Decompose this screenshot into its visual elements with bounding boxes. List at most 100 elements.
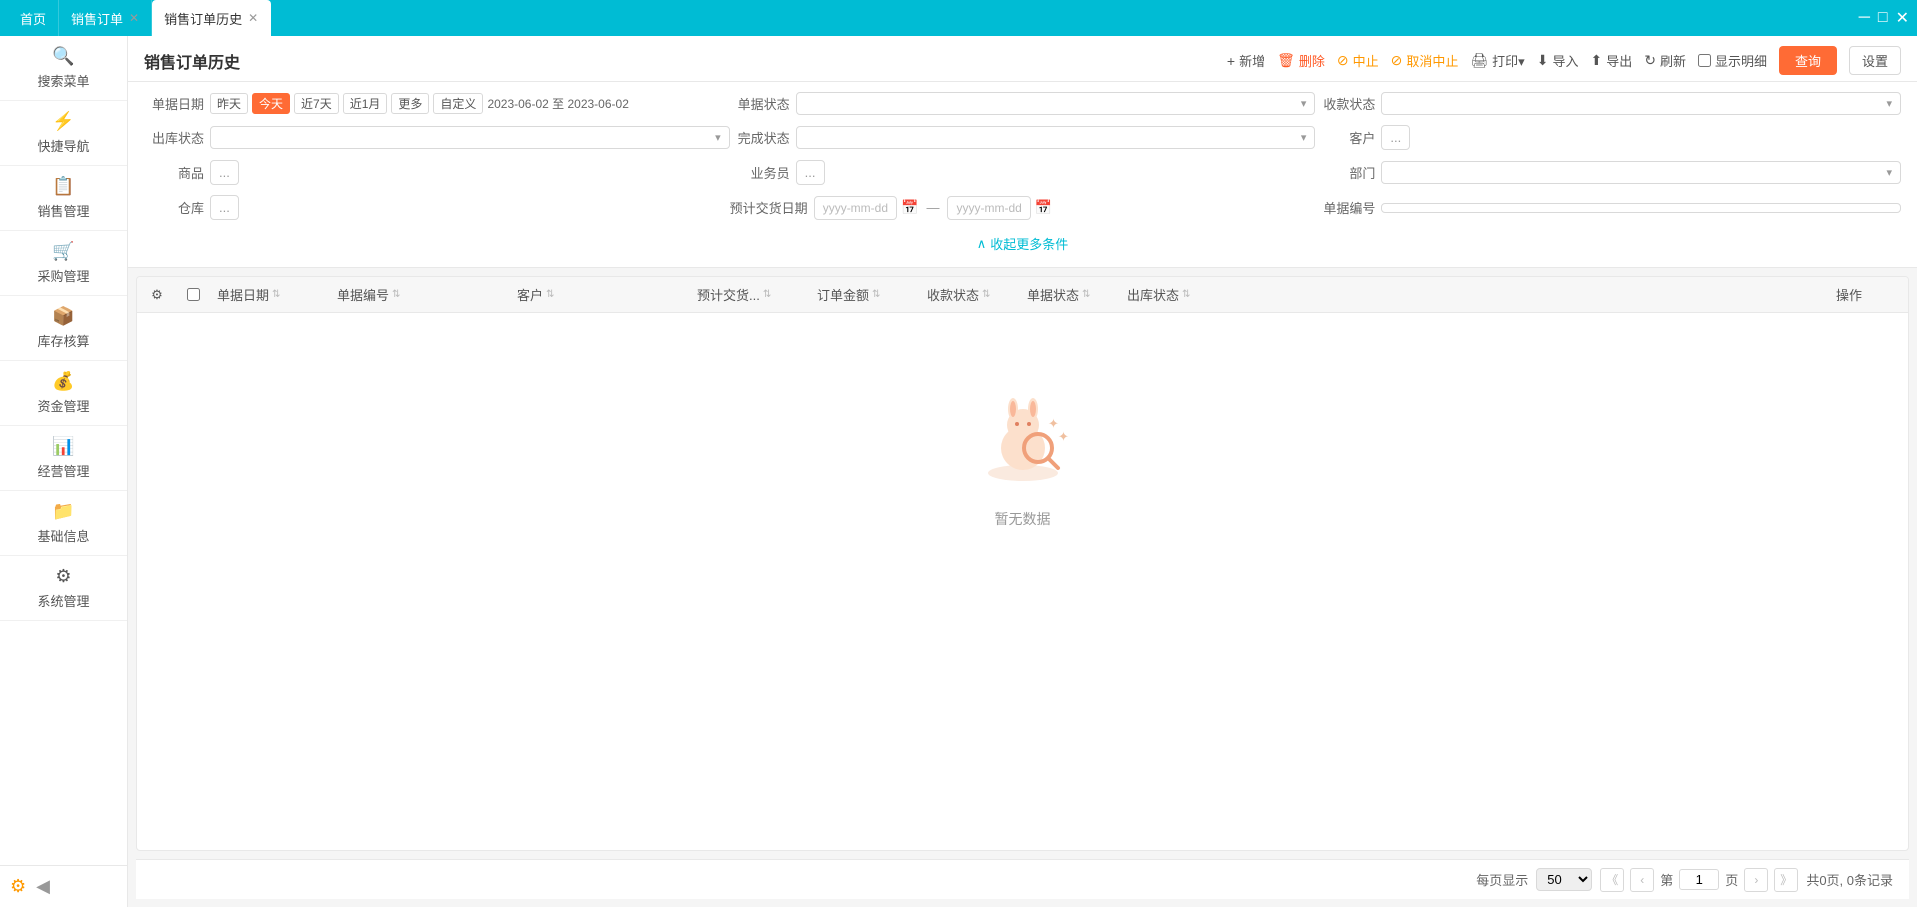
page-input[interactable] <box>1679 869 1719 890</box>
sidebar-item-sales-mgmt-label: 销售管理 <box>37 201 89 220</box>
out-status-select[interactable]: ▾ <box>210 126 730 149</box>
quick-nav-icon: ⚡ <box>52 111 74 132</box>
today-btn[interactable]: 今天 <box>252 93 290 114</box>
th-amount[interactable]: 订单金额 ⇅ <box>809 285 919 304</box>
toolbar: + 新增 🗑 删除 ⊘ 中止 ⊘ 取消中止 🖨 打印▾ <box>1227 46 1901 75</box>
sidebar-item-operations[interactable]: 📊 经营管理 <box>0 426 127 491</box>
th-date[interactable]: 单据日期 ⇅ <box>209 285 329 304</box>
tab-sales-order[interactable]: 销售订单 ✕ <box>59 0 152 36</box>
sidebar-item-search-menu[interactable]: 🔍 搜索菜单 <box>0 36 127 101</box>
operations-icon: 📊 <box>52 436 74 457</box>
sidebar-item-basic-info[interactable]: 📁 基础信息 <box>0 491 127 556</box>
tab-home-label: 首页 <box>20 9 46 28</box>
pay-status-select[interactable]: ▾ <box>1381 92 1901 115</box>
refresh-button[interactable]: ↻ 刷新 <box>1644 51 1686 70</box>
sidebar-item-sales-mgmt[interactable]: 📋 销售管理 <box>0 166 127 231</box>
more-btn[interactable]: 更多 <box>391 93 429 114</box>
cancel-stop-button[interactable]: ⊘ 取消中止 <box>1391 51 1459 70</box>
system-mgmt-icon: ⚙ <box>55 566 71 587</box>
tab-sales-order-label: 销售订单 <box>71 9 123 28</box>
next-page-btn[interactable]: › <box>1744 868 1768 892</box>
minimize-btn[interactable]: ─ <box>1859 9 1870 27</box>
th-date-label: 单据日期 <box>217 285 269 304</box>
prev-page-btn[interactable]: ‹ <box>1630 868 1654 892</box>
doc-no-label: 单据编号 <box>1315 198 1375 217</box>
close-btn[interactable]: ✕ <box>1896 8 1909 28</box>
display-toggle-checkbox[interactable] <box>1698 54 1711 67</box>
customer-label: 客户 <box>1315 128 1375 147</box>
sort-date-icon: ⇅ <box>272 289 280 300</box>
th-doc-status[interactable]: 单据状态 ⇅ <box>1019 285 1119 304</box>
sidebar-item-inventory[interactable]: 📦 库存核算 <box>0 296 127 361</box>
sort-customer-icon: ⇅ <box>546 289 554 300</box>
sidebar-item-finance[interactable]: 💰 资金管理 <box>0 361 127 426</box>
th-delivery[interactable]: 预计交货... ⇅ <box>689 285 809 304</box>
per-page-select[interactable]: 20 50 100 200 <box>1536 868 1592 891</box>
delivery-date-end[interactable]: yyyy-mm-dd <box>947 196 1030 220</box>
doc-no-input[interactable] <box>1381 203 1901 213</box>
sidebar-item-purchase-mgmt[interactable]: 🛒 采购管理 <box>0 231 127 296</box>
query-button[interactable]: 查询 <box>1779 46 1837 75</box>
print-button[interactable]: 🖨 打印▾ <box>1470 51 1524 70</box>
dept-arrow: ▾ <box>1886 166 1892 179</box>
salesperson-select-btn[interactable]: ... <box>796 160 825 185</box>
delivery-date-start[interactable]: yyyy-mm-dd <box>814 196 897 220</box>
sort-delivery-icon: ⇅ <box>763 289 771 300</box>
customer-select-btn[interactable]: ... <box>1381 125 1410 150</box>
dept-select[interactable]: ▾ <box>1381 161 1901 184</box>
filter-goods: 商品 ... <box>144 160 730 185</box>
complete-status-select[interactable]: ▾ <box>796 126 1316 149</box>
delete-button[interactable]: 🗑 删除 <box>1277 51 1325 70</box>
doc-status-select[interactable]: ▾ <box>796 92 1316 115</box>
th-checkbox[interactable] <box>177 288 209 301</box>
last-page-btn[interactable]: 》 <box>1774 868 1798 892</box>
tab-sales-order-history[interactable]: 销售订单历史 ✕ <box>152 0 271 36</box>
close-sales-order-tab[interactable]: ✕ <box>129 11 139 25</box>
salesperson-control: ... <box>796 160 1316 185</box>
maximize-btn[interactable]: □ <box>1878 9 1888 27</box>
last30-btn[interactable]: 近1月 <box>343 93 388 114</box>
first-page-btn[interactable]: 《 <box>1600 868 1624 892</box>
table-header: ⚙ 单据日期 ⇅ 单据编号 ⇅ 客户 ⇅ 预计交货... <box>137 277 1908 313</box>
filter-doc-no: 单据编号 <box>1315 198 1901 217</box>
stop-button[interactable]: ⊘ 中止 <box>1337 51 1379 70</box>
complete-status-control: ▾ <box>796 126 1316 149</box>
import-button[interactable]: ⬇ 导入 <box>1537 51 1579 70</box>
collapse-label: 收起更多条件 <box>990 234 1068 253</box>
th-docno[interactable]: 单据编号 ⇅ <box>329 285 509 304</box>
pay-status-control: ▾ <box>1381 92 1901 115</box>
goods-select-btn[interactable]: ... <box>210 160 239 185</box>
yesterday-btn[interactable]: 昨天 <box>210 93 248 114</box>
settings-button[interactable]: 设置 <box>1849 46 1901 75</box>
sidebar-item-system-mgmt[interactable]: ⚙ 系统管理 <box>0 556 127 621</box>
finance-icon: 💰 <box>52 371 74 392</box>
th-settings[interactable]: ⚙ <box>137 287 177 303</box>
stop-icon: ⊘ <box>1337 52 1349 69</box>
sidebar-item-operations-label: 经营管理 <box>37 461 89 480</box>
sidebar-settings-icon[interactable]: ⚙ <box>10 876 26 897</box>
stop-label: 中止 <box>1353 51 1379 70</box>
custom-btn[interactable]: 自定义 <box>433 93 483 114</box>
export-button[interactable]: ⬆ 导出 <box>1590 51 1632 70</box>
pagination-nav: 《 ‹ 第 页 › 》 <box>1600 868 1798 892</box>
new-icon: + <box>1227 53 1235 69</box>
total-label: 共0页, 0条记录 <box>1806 870 1893 889</box>
sidebar-collapse-icon[interactable]: ◀ <box>36 876 50 897</box>
collapse-btn[interactable]: ∧ 收起更多条件 <box>144 230 1901 257</box>
warehouse-select-btn[interactable]: ... <box>210 195 239 220</box>
th-out-status[interactable]: 出库状态 ⇅ <box>1119 285 1828 304</box>
new-button[interactable]: + 新增 <box>1227 51 1265 70</box>
filter-row-4: 仓库 ... 预计交货日期 yyyy-mm-dd 📅 — yyyy-mm-dd … <box>144 195 1901 220</box>
select-all-checkbox[interactable] <box>187 288 200 301</box>
th-customer[interactable]: 客户 ⇅ <box>509 285 689 304</box>
close-history-tab[interactable]: ✕ <box>248 11 258 25</box>
page-title: 销售订单历史 <box>144 49 240 73</box>
th-pay-status[interactable]: 收款状态 ⇅ <box>919 285 1019 304</box>
pay-status-label: 收款状态 <box>1315 94 1375 113</box>
tab-home[interactable]: 首页 <box>8 0 59 36</box>
sidebar-item-quick-nav[interactable]: ⚡ 快捷导航 <box>0 101 127 166</box>
doc-status-arrow: ▾ <box>1301 97 1307 110</box>
last7-btn[interactable]: 近7天 <box>294 93 339 114</box>
sort-out-status-icon: ⇅ <box>1182 289 1190 300</box>
table-area: ⚙ 单据日期 ⇅ 单据编号 ⇅ 客户 ⇅ 预计交货... <box>136 276 1909 851</box>
